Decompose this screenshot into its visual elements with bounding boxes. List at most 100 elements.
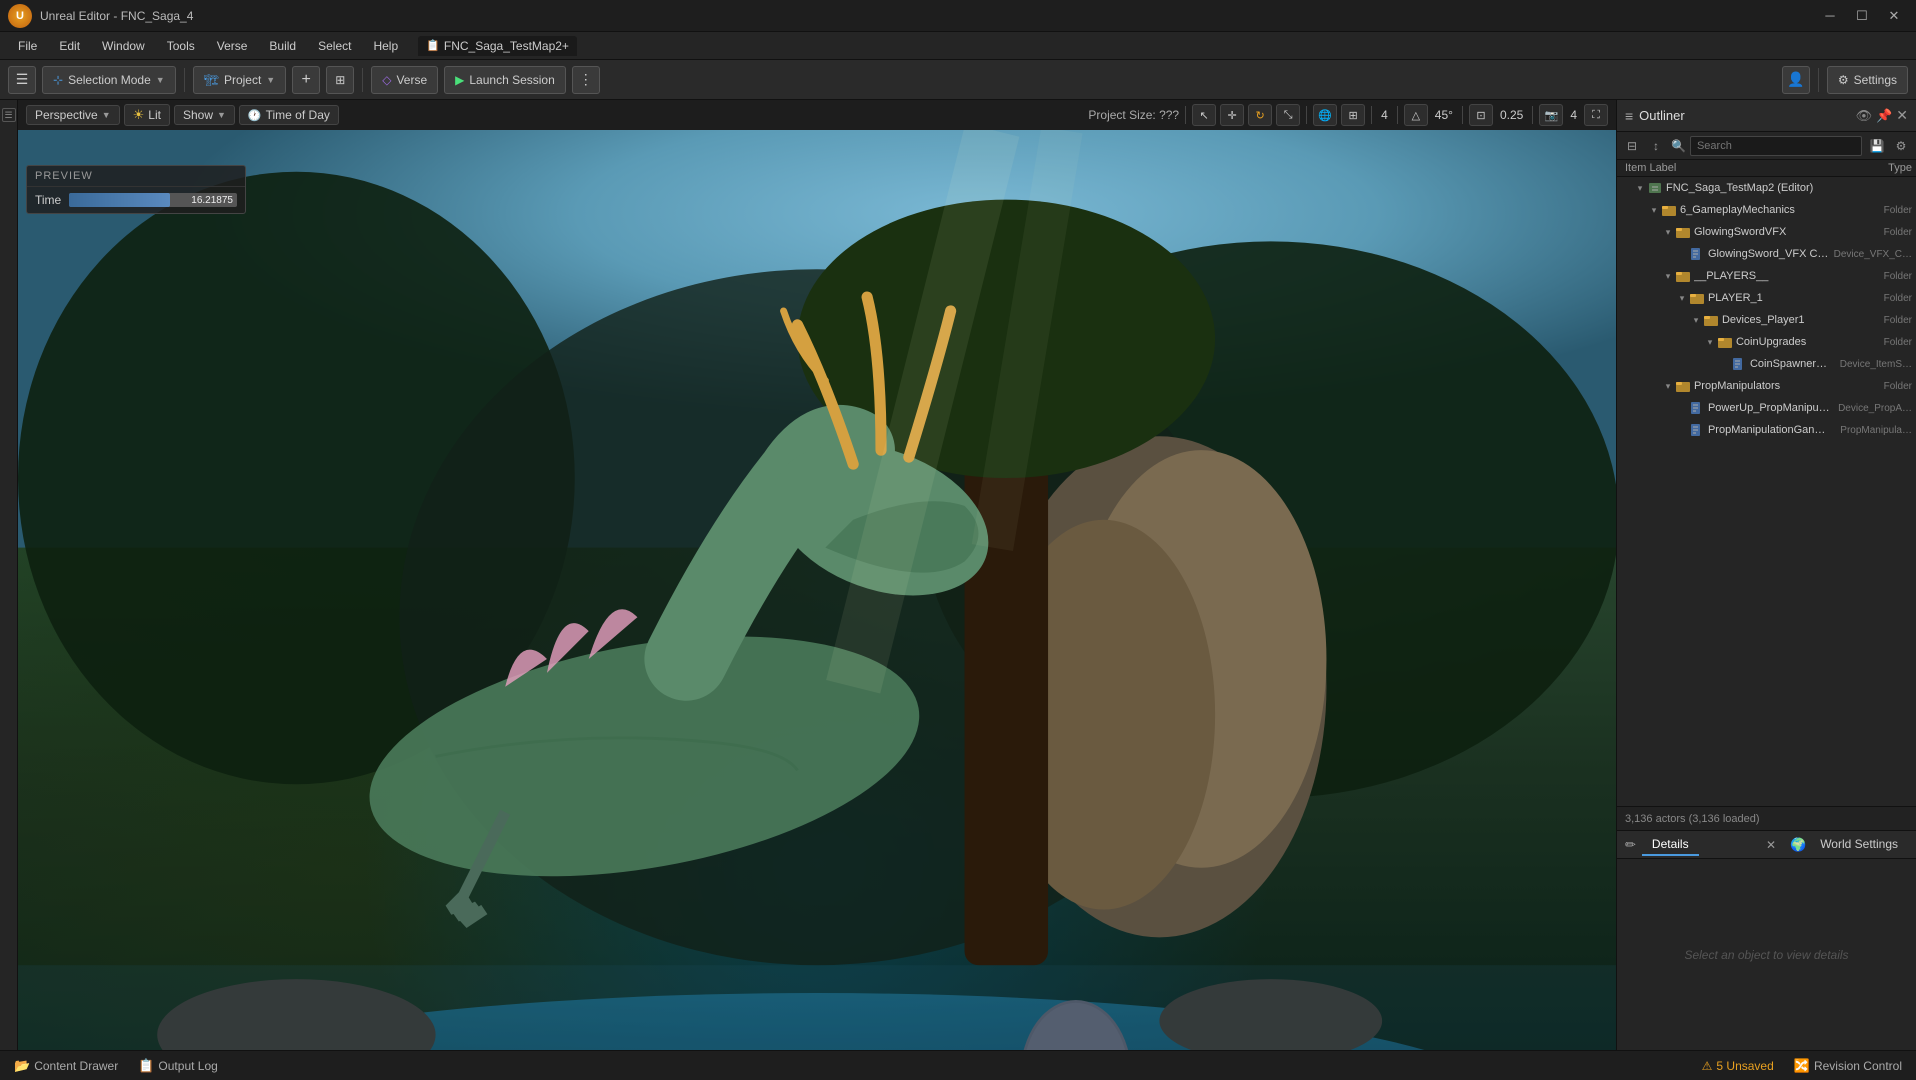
rotate-tool-btn[interactable]: ↻ [1248, 104, 1272, 126]
tree-expand-arrow[interactable]: ▾ [1703, 335, 1717, 349]
tree-expand-arrow[interactable]: ▾ [1675, 291, 1689, 305]
menu-build[interactable]: Build [259, 36, 306, 56]
filter-btn[interactable]: ⊟ [1621, 136, 1643, 156]
tree-item[interactable]: 👁▾CoinUpgradesFolder [1617, 331, 1916, 353]
outliner-icon: ≡ [1625, 108, 1633, 124]
verse-button[interactable]: ◇ Verse [371, 66, 438, 94]
menu-tools[interactable]: Tools [157, 36, 205, 56]
outliner-save-btn[interactable]: 💾 [1866, 136, 1888, 156]
tree-item-type: Device_ItemS… [1832, 359, 1912, 370]
time-of-day-button[interactable]: 🕐 Time of Day [239, 105, 339, 125]
outliner-settings-btn[interactable]: ⚙ [1890, 136, 1912, 156]
folder-icon [1675, 268, 1691, 284]
project-button[interactable]: 🏗 Project ▼ [193, 66, 287, 94]
perspective-button[interactable]: Perspective ▼ [26, 105, 120, 125]
outliner-pin-btn[interactable]: 📌 [1876, 108, 1892, 124]
launch-session-button[interactable]: ▶ Launch Session [444, 66, 566, 94]
project-tab-icon: 📋 [426, 39, 440, 52]
tree-item[interactable]: 👁GlowingSword_VFX Cre…Device_VFX_C… [1617, 243, 1916, 265]
tree-expand-arrow[interactable]: ▾ [1661, 379, 1675, 393]
toolbar-separator-2 [362, 68, 363, 92]
outliner-search-input[interactable] [1690, 136, 1862, 156]
toolbar-menu-btn[interactable]: ☰ [8, 66, 36, 94]
move-tool-btn[interactable]: ✛ [1220, 104, 1244, 126]
menu-window[interactable]: Window [92, 36, 155, 56]
globe-btn[interactable]: 🌐 [1313, 104, 1337, 126]
tree-item[interactable]: 👁▾GlowingSwordVFXFolder [1617, 221, 1916, 243]
tree-expand-arrow[interactable]: ▾ [1633, 181, 1647, 195]
toolbar-separator-3 [1818, 68, 1819, 92]
tree-item[interactable]: 👁▾FNC_Saga_TestMap2 (Editor) [1617, 177, 1916, 199]
tree-item[interactable]: 👁▾__PLAYERS__Folder [1617, 265, 1916, 287]
tree-expand-arrow[interactable]: ▾ [1661, 225, 1675, 239]
tree-expand-arrow[interactable]: ▾ [1661, 269, 1675, 283]
lit-button[interactable]: ☀ Lit [124, 104, 170, 126]
outliner-eye-btn[interactable]: 👁 [1856, 108, 1873, 124]
content-drawer-btn[interactable]: 📂 Content Drawer [8, 1056, 124, 1076]
settings-button[interactable]: ⚙ Settings [1827, 66, 1908, 94]
tree-item[interactable]: 👁PropManipulationGan…PropManipula… [1617, 419, 1916, 441]
menu-help[interactable]: Help [363, 36, 408, 56]
tree-item-type: Folder [1832, 293, 1912, 304]
folder-icon [1675, 378, 1691, 394]
tree-item[interactable]: 👁PowerUp_PropManipula…Device_PropA… [1617, 397, 1916, 419]
toolbar-grid-btn[interactable]: ⊞ [326, 66, 354, 94]
details-close-btn[interactable]: ✕ [1766, 838, 1776, 852]
tree-item[interactable]: 👁▾PropManipulatorsFolder [1617, 375, 1916, 397]
angle-icon[interactable]: △ [1404, 104, 1428, 126]
close-button[interactable]: ✕ [1880, 6, 1908, 26]
tree-item[interactable]: 👁▾Devices_Player1Folder [1617, 309, 1916, 331]
tree-expand-arrow[interactable] [1675, 247, 1689, 261]
tree-item[interactable]: 👁CoinSpawner1Pla…Device_ItemS… [1617, 353, 1916, 375]
menu-select[interactable]: Select [308, 36, 361, 56]
menu-edit[interactable]: Edit [49, 36, 90, 56]
select-tool-btn[interactable]: ↖ [1192, 104, 1216, 126]
tree-item-type: Folder [1832, 205, 1912, 216]
tree-expand-arrow[interactable] [1675, 423, 1689, 437]
show-button[interactable]: Show ▼ [174, 105, 235, 125]
tree-item-name: GlowingSword_VFX Cre… [1708, 248, 1832, 260]
maximize-viewport-btn[interactable]: ⛶ [1584, 104, 1608, 126]
preview-time-bar[interactable]: 16.21875 [69, 193, 237, 207]
maximize-button[interactable]: ☐ [1848, 6, 1876, 26]
tree-expand-arrow[interactable] [1675, 401, 1689, 415]
details-pencil-icon: ✏ [1625, 837, 1636, 853]
output-log-btn[interactable]: 📋 Output Log [132, 1056, 224, 1076]
tree-expand-arrow[interactable]: ▾ [1689, 313, 1703, 327]
sort-btn[interactable]: ↕ [1645, 136, 1667, 156]
tree-item[interactable]: 👁▾PLAYER_1Folder [1617, 287, 1916, 309]
tree-expand-arrow[interactable]: ▾ [1647, 203, 1661, 217]
scale-icon[interactable]: ⊡ [1469, 104, 1493, 126]
preview-time-fill [69, 193, 170, 207]
toolbar-more-btn[interactable]: ⋮ [572, 66, 600, 94]
snap-btn[interactable]: ⊞ [1341, 104, 1365, 126]
title-bar-controls[interactable]: ─ ☐ ✕ [1816, 6, 1908, 26]
viewport-container[interactable]: Perspective ▼ ☀ Lit Show ▼ 🕐 Time of Day… [18, 100, 1616, 1050]
minimize-button[interactable]: ─ [1816, 6, 1844, 26]
camera-icon[interactable]: 📷 [1539, 104, 1563, 126]
sidebar-toggle[interactable]: ☰ [2, 108, 16, 122]
project-tab[interactable]: 📋 FNC_Saga_TestMap2+ [418, 36, 577, 56]
tree-item-name: CoinUpgrades [1736, 336, 1832, 348]
tree-item-type: Device_PropA… [1832, 403, 1912, 414]
selection-mode-button[interactable]: ⊹ Selection Mode ▼ [42, 66, 176, 94]
tree-expand-arrow[interactable] [1717, 357, 1731, 371]
col-label-header: Item Label [1621, 162, 1832, 174]
menu-verse[interactable]: Verse [207, 36, 258, 56]
main-toolbar: ☰ ⊹ Selection Mode ▼ 🏗 Project ▼ + ⊞ ◇ V… [0, 60, 1916, 100]
preview-time-value: 16.21875 [191, 193, 233, 207]
details-tab[interactable]: Details [1642, 834, 1699, 856]
toolbar-add-btn[interactable]: + [292, 66, 320, 94]
revision-control-btn[interactable]: 🔀 Revision Control [1788, 1056, 1908, 1076]
viewport-canvas[interactable]: PREVIEW Time 16.21875 [18, 130, 1616, 1050]
scale-tool-btn[interactable]: ⤡ [1276, 104, 1300, 126]
outliner-close-btn[interactable]: ✕ [1896, 107, 1908, 124]
world-settings-tab-label[interactable]: World Settings [1810, 834, 1908, 856]
unsaved-indicator[interactable]: ⚠ 5 Unsaved [1696, 1057, 1780, 1075]
tree-item[interactable]: 👁▾6_GameplayMechanicsFolder [1617, 199, 1916, 221]
account-btn[interactable]: 👤 [1782, 66, 1810, 94]
tree-item-type: Device_VFX_C… [1832, 249, 1912, 260]
launch-icon: ▶ [455, 73, 464, 87]
preview-panel: PREVIEW Time 16.21875 [26, 165, 246, 214]
menu-file[interactable]: File [8, 36, 47, 56]
